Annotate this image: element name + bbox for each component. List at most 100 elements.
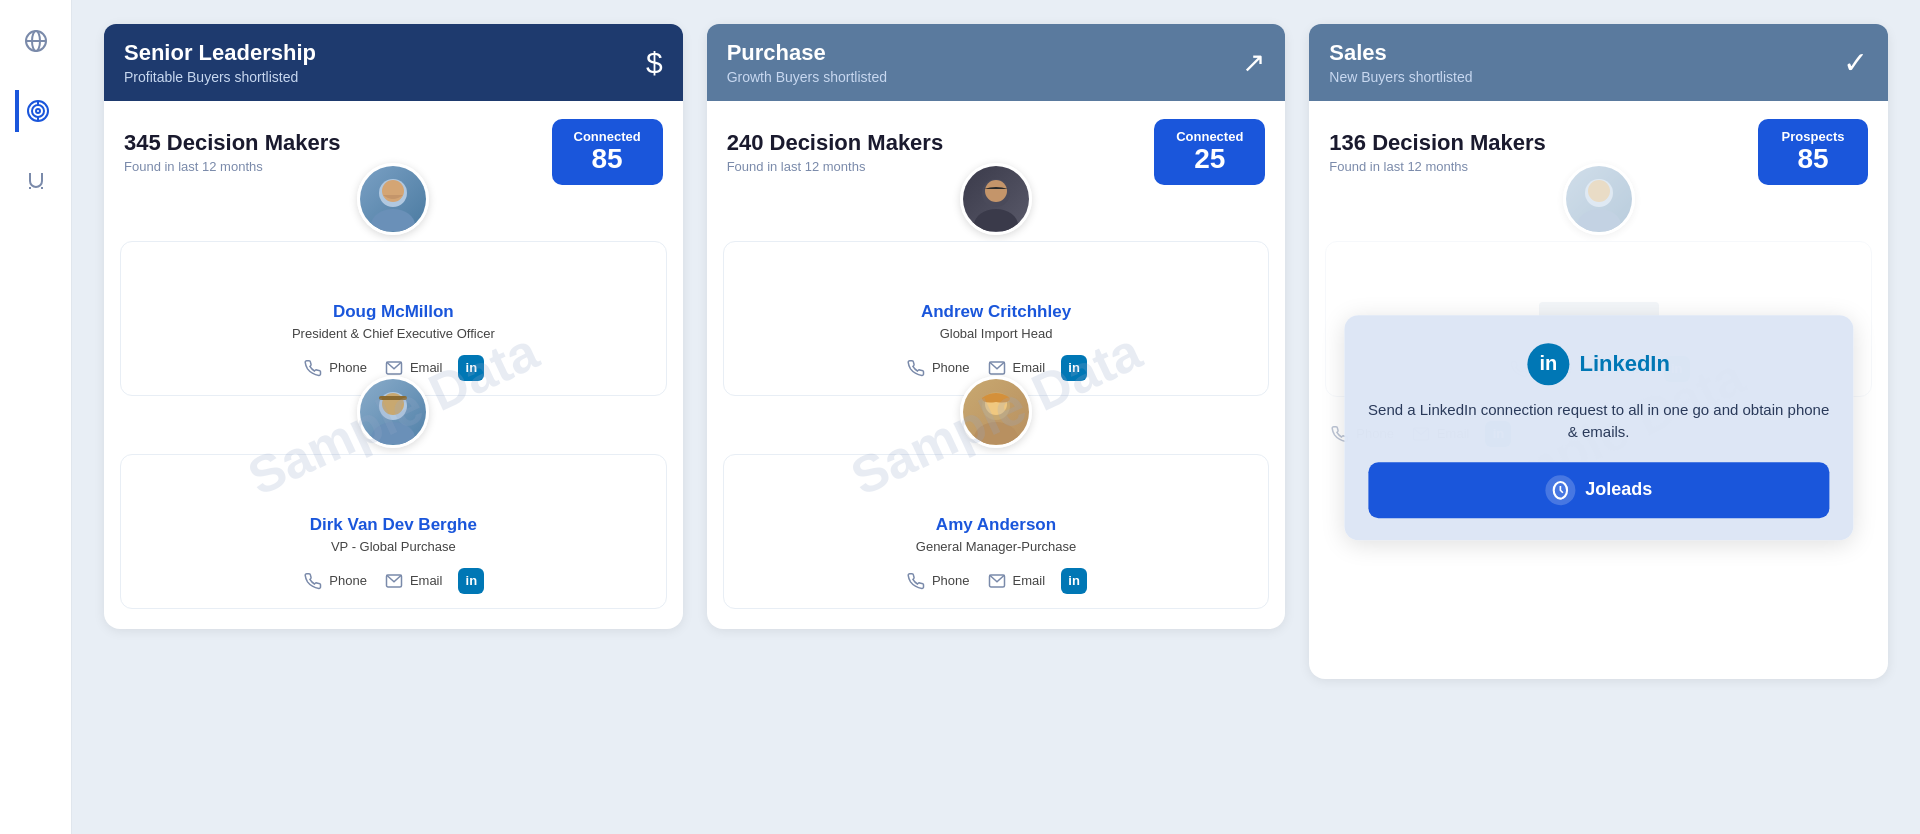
svg-point-24 <box>974 422 1018 444</box>
senior-leadership-sublabel: Found in last 12 months <box>124 159 340 174</box>
email-label-andrew: Email <box>1013 360 1046 375</box>
avatar-doug <box>357 163 429 235</box>
senior-leadership-badge-number: 85 <box>574 144 641 175</box>
purchase-badge-label: Connected <box>1176 129 1243 144</box>
purchase-badge: Connected 25 <box>1154 119 1265 185</box>
sales-persons: Sample Data <box>1309 199 1888 679</box>
email-icon-amy <box>986 570 1008 592</box>
phone-icon-amy <box>905 570 927 592</box>
purchase-badge-number: 25 <box>1176 144 1243 175</box>
avatar-dirk <box>357 376 429 448</box>
senior-leadership-badge-label: Connected <box>574 129 641 144</box>
purchase-count: 240 Decision Makers <box>727 130 943 156</box>
svg-point-20 <box>974 209 1018 231</box>
phone-icon <box>302 357 324 379</box>
phone-label-dirk: Phone <box>329 573 367 588</box>
purchase-persons: Sample Data Andrew Critchhley Global Imp… <box>707 199 1286 629</box>
purchase-count-area: 240 Decision Makers Found in last 12 mon… <box>727 130 943 174</box>
avatar-amy <box>960 376 1032 448</box>
sidebar <box>0 0 72 834</box>
linkedin-overlay-title: LinkedIn <box>1579 351 1669 377</box>
person-title-andrew: Global Import Head <box>905 326 1087 341</box>
purchase-header: Purchase Growth Buyers shortlisted ↗ <box>707 24 1286 101</box>
phone-button-amy[interactable]: Phone <box>905 570 970 592</box>
linkedin-overlay-description: Send a LinkedIn connection request to al… <box>1368 399 1829 444</box>
phone-button-doug[interactable]: Phone <box>302 357 367 379</box>
sales-header: Sales New Buyers shortlisted ✓ <box>1309 24 1888 101</box>
senior-leadership-header: Senior Leadership Profitable Buyers shor… <box>104 24 683 101</box>
email-button-dirk[interactable]: Email <box>383 570 443 592</box>
svg-point-28 <box>1577 209 1621 231</box>
svg-point-29 <box>1588 180 1610 202</box>
avatar-sales <box>1563 163 1635 235</box>
person-card-amy: Amy Anderson General Manager-Purchase Ph… <box>723 454 1270 609</box>
person-name-dirk[interactable]: Dirk Van Dev Berghe <box>302 515 484 535</box>
linkedin-overlay-header: in LinkedIn <box>1527 343 1669 385</box>
target-icon[interactable] <box>15 90 57 132</box>
sales-count-area: 136 Decision Makers Found in last 12 mon… <box>1329 130 1545 174</box>
check-icon: ✓ <box>1843 45 1868 80</box>
sales-subtitle: New Buyers shortlisted <box>1329 69 1472 85</box>
senior-leadership-badge: Connected 85 <box>552 119 663 185</box>
purchase-title: Purchase <box>727 40 887 66</box>
phone-label-andrew: Phone <box>932 360 970 375</box>
senior-leadership-count-area: 345 Decision Makers Found in last 12 mon… <box>124 130 340 174</box>
linkedin-button-amy[interactable]: in <box>1061 568 1087 594</box>
email-label-doug: Email <box>410 360 443 375</box>
joleads-label: Joleads <box>1585 480 1652 501</box>
sales-badge-label: Prospects <box>1780 129 1846 144</box>
person-name-doug[interactable]: Doug McMillon <box>292 302 495 322</box>
senior-leadership-title: Senior Leadership <box>124 40 316 66</box>
sales-sublabel: Found in last 12 months <box>1329 159 1545 174</box>
sales-title: Sales <box>1329 40 1472 66</box>
person-card-doug: Doug McMillon President & Chief Executiv… <box>120 241 667 396</box>
avatar-andrew <box>960 163 1032 235</box>
person-title-amy: General Manager-Purchase <box>905 539 1087 554</box>
person-name-amy[interactable]: Amy Anderson <box>905 515 1087 535</box>
purchase-header-left: Purchase Growth Buyers shortlisted <box>727 40 887 85</box>
linkedin-button-andrew[interactable]: in <box>1061 355 1087 381</box>
senior-leadership-header-left: Senior Leadership Profitable Buyers shor… <box>124 40 316 85</box>
senior-leadership-subtitle: Profitable Buyers shortlisted <box>124 69 316 85</box>
svg-rect-17 <box>379 396 407 400</box>
phone-button-andrew[interactable]: Phone <box>905 357 970 379</box>
person-card-andrew: Andrew Critchhley Global Import Head Pho… <box>723 241 1270 396</box>
purchase-sublabel: Found in last 12 months <box>727 159 943 174</box>
email-icon-dirk <box>383 570 405 592</box>
dollar-icon: $ <box>646 46 663 80</box>
person-title-doug: President & Chief Executive Officer <box>292 326 495 341</box>
email-button-amy[interactable]: Email <box>986 570 1046 592</box>
phone-label-doug: Phone <box>329 360 367 375</box>
person-name-andrew[interactable]: Andrew Critchhley <box>905 302 1087 322</box>
joleads-icon <box>1545 475 1575 505</box>
sales-count: 136 Decision Makers <box>1329 130 1545 156</box>
phone-icon-dirk <box>302 570 324 592</box>
phone-icon-andrew <box>905 357 927 379</box>
main-content: Senior Leadership Profitable Buyers shor… <box>72 0 1920 834</box>
person-actions-dirk: Phone Email in <box>302 568 484 594</box>
svg-point-4 <box>32 105 44 117</box>
joleads-button[interactable]: Joleads <box>1368 462 1829 518</box>
svg-point-11 <box>371 209 415 231</box>
magnet-icon[interactable] <box>15 160 57 202</box>
phone-button-dirk[interactable]: Phone <box>302 570 367 592</box>
arrow-icon: ↗ <box>1242 46 1265 79</box>
phone-label-amy: Phone <box>932 573 970 588</box>
svg-point-15 <box>371 422 415 444</box>
person-actions-amy: Phone Email in <box>905 568 1087 594</box>
sales-badge-number: 85 <box>1780 144 1846 175</box>
senior-leadership-column: Senior Leadership Profitable Buyers shor… <box>104 24 683 629</box>
email-label-dirk: Email <box>410 573 443 588</box>
email-label-amy: Email <box>1013 573 1046 588</box>
senior-leadership-count: 345 Decision Makers <box>124 130 340 156</box>
sales-header-left: Sales New Buyers shortlisted <box>1329 40 1472 85</box>
sales-column: Sales New Buyers shortlisted ✓ 136 Decis… <box>1309 24 1888 679</box>
sales-badge: Prospects 85 <box>1758 119 1868 185</box>
linkedin-button-doug[interactable]: in <box>458 355 484 381</box>
svg-point-21 <box>985 180 1007 202</box>
globe-icon[interactable] <box>15 20 57 62</box>
linkedin-logo-icon: in <box>1527 343 1569 385</box>
senior-leadership-persons: Sample Data Doug McMillon President & Ch… <box>104 199 683 629</box>
purchase-subtitle: Growth Buyers shortlisted <box>727 69 887 85</box>
linkedin-button-dirk[interactable]: in <box>458 568 484 594</box>
